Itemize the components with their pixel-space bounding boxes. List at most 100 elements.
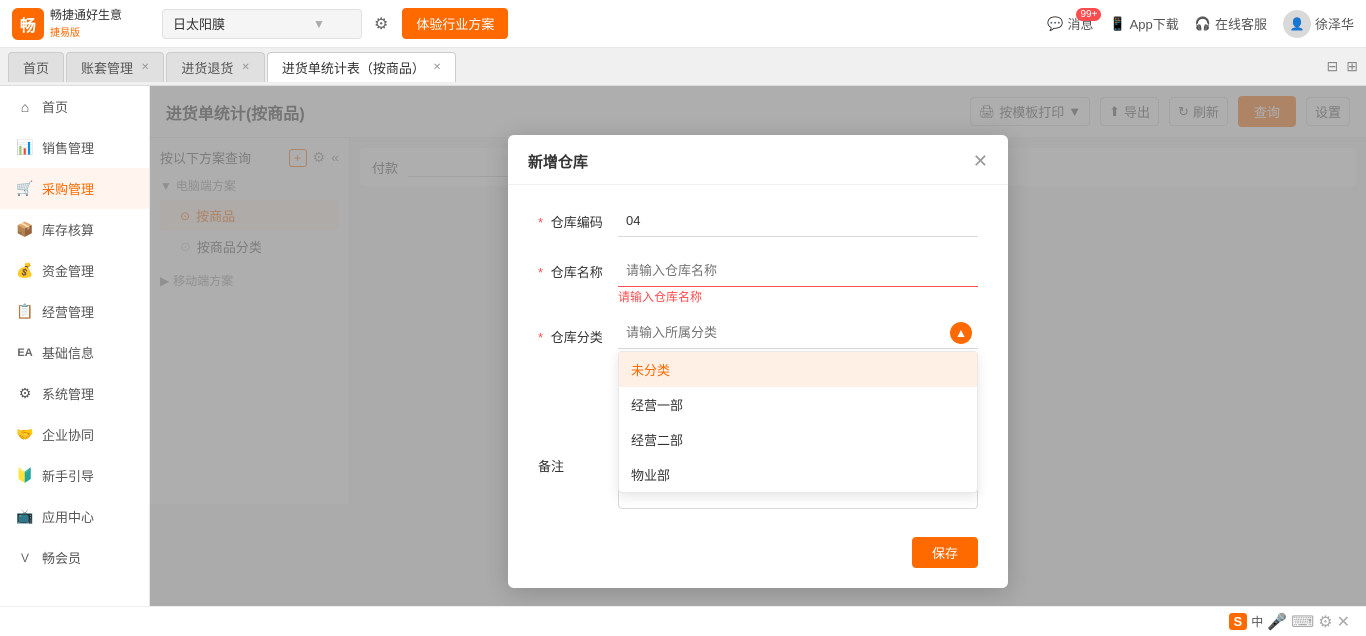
modal-overlay[interactable]: 新增仓库 ✕ * 仓库编码 * bbox=[150, 86, 1366, 636]
bottom-logo-area: S 中 🎤 ⌨ ⚙ ✕ bbox=[1229, 612, 1350, 632]
dialog-title: 新增仓库 bbox=[528, 151, 588, 172]
sidebar-item-operation[interactable]: 📋 经营管理 bbox=[0, 291, 149, 332]
main-layout: ⌂ 首页 📊 销售管理 🛒 采购管理 📦 库存核算 💰 资金管理 📋 经营管理 … bbox=[0, 86, 1366, 636]
dialog-footer: 保存 bbox=[508, 537, 1008, 568]
system-icon: ⚙ bbox=[16, 385, 34, 403]
tab-home-label: 首页 bbox=[23, 58, 49, 77]
sidebar-item-home[interactable]: ⌂ 首页 bbox=[0, 86, 149, 127]
logo-text-line1: 畅捷通好生意 bbox=[50, 8, 122, 24]
message-btn[interactable]: 💬 消息 99+ bbox=[1047, 14, 1093, 33]
code-input[interactable] bbox=[618, 205, 978, 237]
code-label: * 仓库编码 bbox=[538, 205, 618, 231]
home-icon: ⌂ bbox=[16, 98, 34, 116]
tab-bar: 首页 账套管理 ✕ 进货退货 ✕ 进货单统计表（按商品） ✕ ⊟ ⊞ bbox=[0, 48, 1366, 86]
user-profile-btn[interactable]: 👤 徐泽华 bbox=[1283, 10, 1354, 38]
category-dropdown-arrow[interactable]: ▲ bbox=[950, 322, 972, 344]
dropdown-item-dept1[interactable]: 经营一部 bbox=[619, 387, 977, 422]
bottom-s-logo: S bbox=[1229, 613, 1248, 630]
username-label: 徐泽华 bbox=[1315, 14, 1354, 33]
name-input-wrap: 请输入仓库名称 bbox=[618, 255, 978, 287]
tab-expand-icon[interactable]: ⊞ bbox=[1346, 58, 1358, 75]
inventory-icon: 📦 bbox=[16, 221, 34, 239]
name-input[interactable] bbox=[618, 255, 978, 287]
dropdown-item-dept2[interactable]: 经营二部 bbox=[619, 422, 977, 457]
name-label: * 仓库名称 bbox=[538, 255, 618, 281]
sidebar-app-label: 应用中心 bbox=[42, 507, 94, 526]
guide-icon: 🔰 bbox=[16, 467, 34, 485]
form-row-category: * 仓库分类 ▲ 未分类 经营一部 经营二部 物业部 bbox=[538, 317, 978, 349]
note-label: 备注 bbox=[538, 449, 618, 475]
tab-bar-controls: ⊟ ⊞ bbox=[1327, 58, 1358, 75]
app-label: App下载 bbox=[1130, 14, 1179, 33]
bottom-bar: S 中 🎤 ⌨ ⚙ ✕ bbox=[0, 606, 1366, 636]
sidebar-vip-label: 畅会员 bbox=[42, 548, 81, 567]
bottom-close-icon[interactable]: ✕ bbox=[1337, 612, 1350, 632]
tab-purchase-return-close[interactable]: ✕ bbox=[241, 62, 249, 73]
operation-icon: 📋 bbox=[16, 303, 34, 321]
dropdown-item-property[interactable]: 物业部 bbox=[619, 457, 977, 492]
dropdown-item-uncategorized[interactable]: 未分类 bbox=[619, 352, 977, 387]
service-label: 在线客服 bbox=[1215, 14, 1267, 33]
app-center-icon: 📺 bbox=[16, 508, 34, 526]
app-download-btn[interactable]: 📱 App下载 bbox=[1109, 14, 1178, 33]
sidebar-finance-label: 资金管理 bbox=[42, 261, 94, 280]
sidebar-sales-label: 销售管理 bbox=[42, 138, 94, 157]
sidebar-item-basic-info[interactable]: EA 基础信息 bbox=[0, 332, 149, 373]
purchase-icon: 🛒 bbox=[16, 180, 34, 198]
dropdown-arrow-icon: ▼ bbox=[313, 17, 325, 31]
bottom-settings-icon[interactable]: ⚙ bbox=[1318, 612, 1332, 632]
bottom-brand-text: 中 bbox=[1251, 613, 1263, 630]
basic-info-icon: EA bbox=[16, 344, 34, 362]
dialog-close-button[interactable]: ✕ bbox=[973, 152, 988, 170]
app-icon: 📱 bbox=[1109, 16, 1125, 32]
tab-home[interactable]: 首页 bbox=[8, 52, 64, 82]
form-row-code: * 仓库编码 bbox=[538, 205, 978, 237]
header-search-area: ▼ ⚙ 体验行业方案 bbox=[162, 8, 1047, 39]
sidebar-item-system[interactable]: ⚙ 系统管理 bbox=[0, 373, 149, 414]
logo-icon: 畅 bbox=[12, 8, 44, 40]
message-badge: 99+ bbox=[1076, 8, 1101, 21]
sidebar-item-finance[interactable]: 💰 资金管理 bbox=[0, 250, 149, 291]
trial-button[interactable]: 体验行业方案 bbox=[402, 8, 508, 39]
sidebar-cooperation-label: 企业协同 bbox=[42, 425, 94, 444]
avatar-icon: 👤 bbox=[1290, 17, 1305, 31]
dialog-header: 新增仓库 ✕ bbox=[508, 135, 1008, 185]
search-box[interactable]: ▼ bbox=[162, 9, 362, 39]
category-dropdown-list: 未分类 经营一部 经营二部 物业部 bbox=[618, 351, 978, 493]
sidebar-item-app[interactable]: 📺 应用中心 bbox=[0, 496, 149, 537]
tab-purchase-stats-close[interactable]: ✕ bbox=[433, 62, 441, 73]
sales-icon: 📊 bbox=[16, 139, 34, 157]
sidebar-item-vip[interactable]: V 畅会员 bbox=[0, 537, 149, 578]
bottom-mic-icon[interactable]: 🎤 bbox=[1267, 612, 1287, 632]
search-input[interactable] bbox=[173, 16, 313, 31]
tab-purchase-stats[interactable]: 进货单统计表（按商品） ✕ bbox=[267, 52, 456, 82]
sidebar-item-guide[interactable]: 🔰 新手引导 bbox=[0, 455, 149, 496]
category-select-wrap: ▲ 未分类 经营一部 经营二部 物业部 bbox=[618, 317, 978, 349]
save-button[interactable]: 保存 bbox=[912, 537, 978, 568]
tab-purchase-stats-label: 进货单统计表（按商品） bbox=[282, 58, 425, 77]
sidebar-item-purchase[interactable]: 🛒 采购管理 bbox=[0, 168, 149, 209]
sidebar-item-sales[interactable]: 📊 销售管理 bbox=[0, 127, 149, 168]
tab-purchase-return[interactable]: 进货退货 ✕ bbox=[166, 52, 264, 82]
sidebar-operation-label: 经营管理 bbox=[42, 302, 94, 321]
headset-icon: 🎧 bbox=[1195, 16, 1211, 32]
content-area: 进货单统计(按商品) 🖨 按模板打印 ▼ ⬆ 导出 ↻ 刷新 bbox=[150, 86, 1366, 636]
online-service-btn[interactable]: 🎧 在线客服 bbox=[1195, 14, 1267, 33]
sidebar-item-inventory[interactable]: 📦 库存核算 bbox=[0, 209, 149, 250]
top-header: 畅 畅捷通好生意 捷易版 ▼ ⚙ 体验行业方案 💬 消息 99+ 📱 App下载… bbox=[0, 0, 1366, 48]
finance-icon: 💰 bbox=[16, 262, 34, 280]
category-input[interactable] bbox=[618, 317, 978, 349]
name-error-msg: 请输入仓库名称 bbox=[618, 288, 702, 305]
sidebar-home-label: 首页 bbox=[42, 97, 68, 116]
bottom-keyboard-icon[interactable]: ⌨ bbox=[1291, 612, 1314, 632]
tab-account[interactable]: 账套管理 ✕ bbox=[66, 52, 164, 82]
sidebar-item-cooperation[interactable]: 🤝 企业协同 bbox=[0, 414, 149, 455]
tab-minimize-icon[interactable]: ⊟ bbox=[1327, 58, 1339, 75]
sidebar-system-label: 系统管理 bbox=[42, 384, 94, 403]
form-row-name: * 仓库名称 请输入仓库名称 bbox=[538, 255, 978, 287]
tab-account-close[interactable]: ✕ bbox=[141, 62, 149, 73]
sidebar: ⌂ 首页 📊 销售管理 🛒 采购管理 📦 库存核算 💰 资金管理 📋 经营管理 … bbox=[0, 86, 150, 636]
sidebar-guide-label: 新手引导 bbox=[42, 466, 94, 485]
gear-button[interactable]: ⚙ bbox=[370, 10, 392, 38]
tab-purchase-return-label: 进货退货 bbox=[181, 58, 233, 77]
